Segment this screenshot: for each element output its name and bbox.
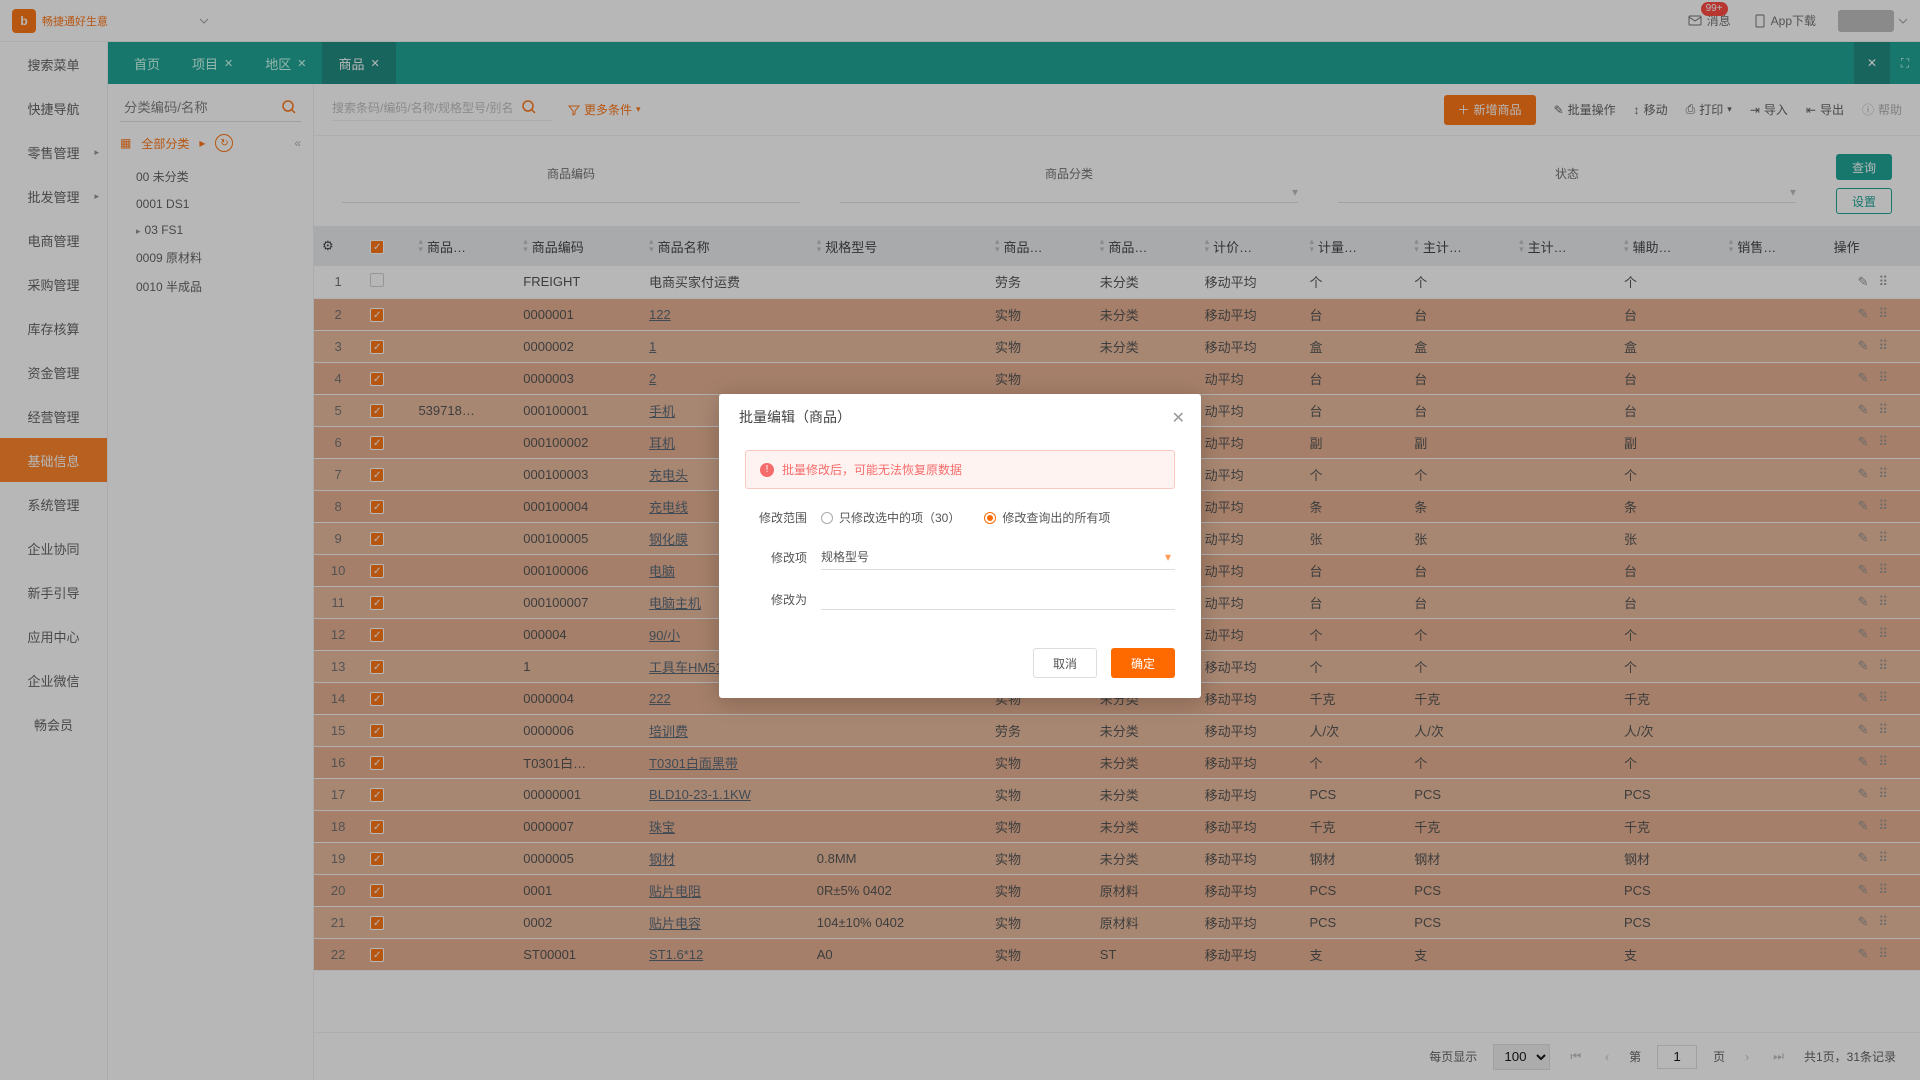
modal-header: 批量编辑（商品） ✕ [719,394,1201,440]
radio-all-queried[interactable]: 修改查询出的所有项 [984,509,1110,526]
chevron-down-icon: ▾ [1165,550,1171,564]
value-input[interactable] [821,588,1175,610]
modal-mask[interactable]: 批量编辑（商品） ✕ ! 批量修改后，可能无法恢复原数据 修改范围 只修改选中的… [0,0,1920,1080]
radio-icon [984,512,996,524]
field-label: 修改项 [745,549,821,566]
ok-button[interactable]: 确定 [1111,648,1175,678]
radio-icon [821,512,833,524]
batch-edit-modal: 批量编辑（商品） ✕ ! 批量修改后，可能无法恢复原数据 修改范围 只修改选中的… [719,394,1201,698]
modal-title: 批量编辑（商品） [739,407,851,427]
field-select[interactable]: 规格型号 ▾ [821,544,1175,570]
warning-icon: ! [760,463,774,477]
scope-label: 修改范围 [745,509,821,526]
value-label: 修改为 [745,591,821,608]
field-value: 规格型号 [821,548,869,565]
field-row: 修改项 规格型号 ▾ [745,544,1175,570]
close-icon[interactable]: ✕ [1172,408,1185,428]
radio-selected-only[interactable]: 只修改选中的项（30） [821,509,960,526]
warning-text: 批量修改后，可能无法恢复原数据 [782,461,962,478]
value-row: 修改为 [745,588,1175,610]
cancel-button[interactable]: 取消 [1033,648,1097,678]
scope-row: 修改范围 只修改选中的项（30） 修改查询出的所有项 [745,509,1175,526]
warning-box: ! 批量修改后，可能无法恢复原数据 [745,450,1175,489]
